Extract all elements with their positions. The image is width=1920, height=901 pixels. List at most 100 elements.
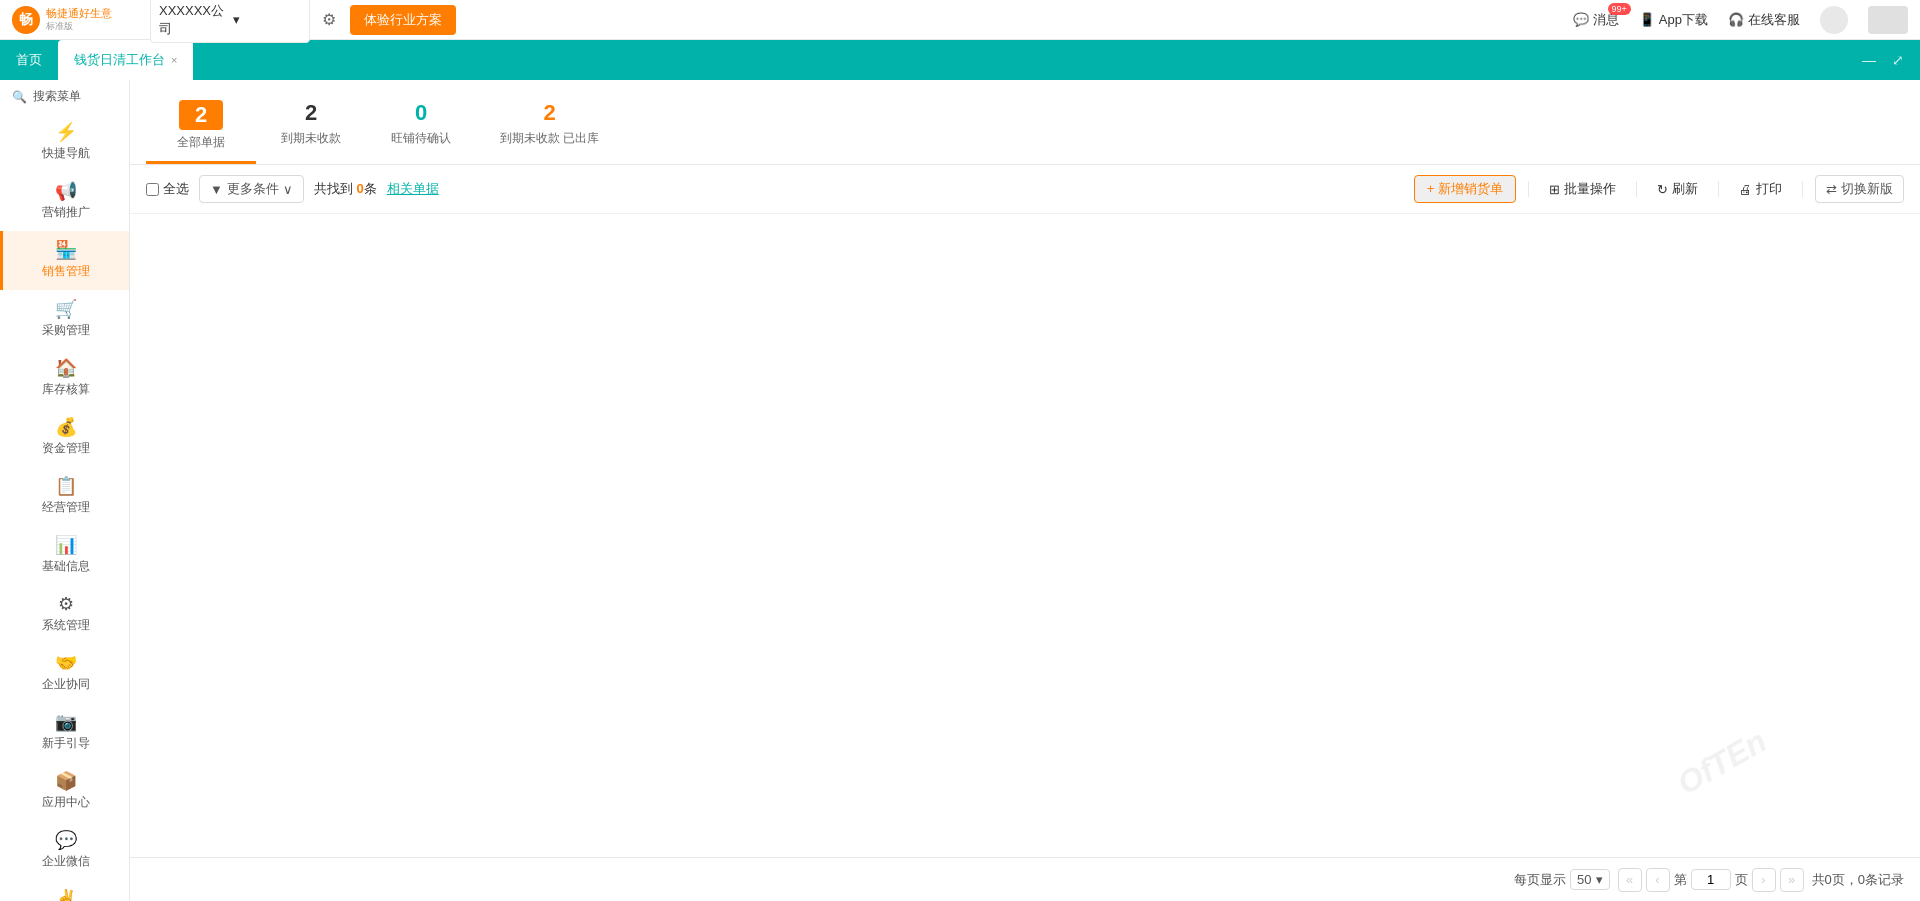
print-icon: 🖨 bbox=[1739, 182, 1752, 197]
prev-page-btn[interactable]: ‹ bbox=[1646, 868, 1670, 892]
found-count: 0 bbox=[357, 181, 364, 196]
status-tab-pending[interactable]: 0 旺铺待确认 bbox=[366, 92, 476, 164]
user-info[interactable] bbox=[1868, 6, 1908, 34]
guide-icon: 📷 bbox=[55, 713, 77, 731]
main-layout: 🔍 搜索菜单 ⚡ 快捷导航 📢 营销推广 🏪 销售管理 🛒 采购管理 🏠 库存核… bbox=[0, 80, 1920, 901]
tab-close-icon[interactable]: × bbox=[171, 54, 177, 66]
chevron-filter-icon: ∨ bbox=[283, 182, 293, 197]
overdue-count: 2 bbox=[305, 100, 317, 125]
sidebar-item-finance[interactable]: 💰 资金管理 bbox=[0, 408, 129, 467]
logo-text: 畅捷通好生意 bbox=[46, 6, 112, 20]
company-selector[interactable]: XXXXXX公司 ▾ bbox=[150, 0, 310, 43]
status-tab-all[interactable]: 2 全部单据 bbox=[146, 92, 256, 164]
marketing-icon: 📢 bbox=[55, 182, 77, 200]
logo-badge: 标准版 bbox=[46, 20, 112, 33]
page-size-value: 50 bbox=[1577, 872, 1591, 887]
prev-page-icon: ‹ bbox=[1655, 872, 1659, 887]
status-tab-overdue[interactable]: 2 到期未收款 bbox=[256, 92, 366, 164]
sidebar-item-inventory[interactable]: 🏠 库存核算 bbox=[0, 349, 129, 408]
page-size-dropdown[interactable]: 50 ▾ bbox=[1570, 869, 1609, 890]
shipped-count: 2 bbox=[544, 100, 556, 125]
checkbox-input[interactable] bbox=[146, 183, 159, 196]
avatar[interactable] bbox=[1820, 6, 1848, 34]
logo-icon: 畅 bbox=[12, 6, 40, 34]
switch-new-btn[interactable]: ⇄ 切换新版 bbox=[1815, 175, 1904, 203]
toolbar-left: 全选 ▼ 更多条件 ∨ 共找到 0条 相关单据 bbox=[146, 175, 439, 203]
basic-info-icon: 📊 bbox=[55, 536, 77, 554]
headset-icon: 🎧 bbox=[1728, 12, 1744, 27]
related-link[interactable]: 相关单据 bbox=[387, 180, 439, 198]
sidebar-item-cooperation[interactable]: 🤝 企业协同 bbox=[0, 644, 129, 703]
overdue-tab-label: 到期未收款 bbox=[281, 130, 341, 147]
experience-btn[interactable]: 体验行业方案 bbox=[350, 5, 456, 35]
toolbar: 全选 ▼ 更多条件 ∨ 共找到 0条 相关单据 + 新增销货单 bbox=[130, 165, 1920, 214]
add-sale-btn[interactable]: + 新增销货单 bbox=[1414, 175, 1516, 203]
sidebar-item-purchase[interactable]: 🛒 采购管理 bbox=[0, 290, 129, 349]
inventory-icon: 🏠 bbox=[55, 359, 77, 377]
online-service-btn[interactable]: 🎧 在线客服 bbox=[1728, 11, 1800, 29]
message-btn[interactable]: 💬 消息 99+ bbox=[1573, 11, 1619, 29]
next-page-btn[interactable]: › bbox=[1752, 868, 1776, 892]
member-icon: ✌ bbox=[55, 890, 77, 901]
first-page-btn[interactable]: « bbox=[1618, 868, 1642, 892]
batch-ops-btn[interactable]: ⊞ 批量操作 bbox=[1541, 176, 1624, 202]
sidebar-item-basic-info[interactable]: 📊 基础信息 bbox=[0, 526, 129, 585]
divider-3 bbox=[1718, 181, 1719, 197]
batch-icon: ⊞ bbox=[1549, 182, 1560, 197]
quick-nav-icon: ⚡ bbox=[55, 123, 77, 141]
all-count: 2 bbox=[195, 102, 207, 127]
search-menu[interactable]: 🔍 搜索菜单 bbox=[0, 80, 129, 113]
sales-icon: 🏪 bbox=[55, 241, 77, 259]
top-header: 畅 畅捷通好生意 标准版 XXXXXX公司 ▾ ⚙ 体验行业方案 💬 消息 99… bbox=[0, 0, 1920, 40]
sidebar-item-wechat[interactable]: 💬 企业微信 bbox=[0, 821, 129, 880]
empty-state bbox=[130, 214, 1920, 857]
purchase-icon: 🛒 bbox=[55, 300, 77, 318]
page-input[interactable] bbox=[1691, 869, 1731, 890]
tab-expand-icon[interactable]: ⤢ bbox=[1888, 50, 1908, 70]
refresh-btn[interactable]: ↻ 刷新 bbox=[1649, 176, 1706, 202]
sidebar-item-member[interactable]: ✌ 畅会员 bbox=[0, 880, 129, 901]
tab-home[interactable]: 首页 bbox=[0, 40, 58, 80]
search-icon: 🔍 bbox=[12, 90, 27, 104]
all-tab-label: 全部单据 bbox=[177, 134, 225, 151]
last-page-btn[interactable]: » bbox=[1780, 868, 1804, 892]
sidebar-item-guide[interactable]: 📷 新手引导 bbox=[0, 703, 129, 762]
sidebar-item-sales[interactable]: 🏪 销售管理 bbox=[0, 231, 129, 290]
filter-icon: ▼ bbox=[210, 182, 223, 197]
switch-icon: ⇄ bbox=[1826, 182, 1837, 197]
sidebar-item-system[interactable]: ⚙ 系统管理 bbox=[0, 585, 129, 644]
status-tab-shipped[interactable]: 2 到期未收款 已出库 bbox=[476, 92, 623, 164]
page-size-prefix: 每页显示 bbox=[1514, 871, 1566, 889]
sidebar-item-quick-nav[interactable]: ⚡ 快捷导航 bbox=[0, 113, 129, 172]
divider-1 bbox=[1528, 181, 1529, 197]
sidebar-item-app-center[interactable]: 📦 应用中心 bbox=[0, 762, 129, 821]
filter-btn[interactable]: ▼ 更多条件 ∨ bbox=[199, 175, 304, 203]
wechat-icon: 💬 bbox=[55, 831, 77, 849]
sidebar-item-marketing[interactable]: 📢 营销推广 bbox=[0, 172, 129, 231]
status-tabs: 2 全部单据 2 到期未收款 0 旺铺待确认 2 到期未收款 已出库 bbox=[130, 80, 1920, 165]
company-name: XXXXXX公司 bbox=[159, 2, 227, 38]
app-download-label: App下载 bbox=[1659, 11, 1708, 29]
tab-bar-actions: — ⤢ bbox=[1858, 50, 1920, 70]
select-all-label: 全选 bbox=[163, 180, 189, 198]
select-all-checkbox[interactable]: 全选 bbox=[146, 180, 189, 198]
shipped-tab-label: 到期未收款 已出库 bbox=[500, 130, 599, 147]
sidebar-item-operations[interactable]: 📋 经营管理 bbox=[0, 467, 129, 526]
chevron-down-icon: ▾ bbox=[233, 12, 301, 27]
divider-2 bbox=[1636, 181, 1637, 197]
pending-tab-label: 旺铺待确认 bbox=[391, 130, 451, 147]
toolbar-right: + 新增销货单 ⊞ 批量操作 ↻ 刷新 🖨 打印 bbox=[1414, 175, 1904, 203]
settings-icon[interactable]: ⚙ bbox=[318, 6, 340, 33]
page-size-arrow: ▾ bbox=[1596, 872, 1603, 887]
total-label: 共0页，0条记录 bbox=[1812, 871, 1904, 889]
print-btn[interactable]: 🖨 打印 bbox=[1731, 176, 1790, 202]
app-download-icon: 📱 bbox=[1639, 12, 1655, 27]
filter-label: 更多条件 bbox=[227, 180, 279, 198]
last-page-icon: » bbox=[1788, 872, 1795, 887]
app-download-btn[interactable]: 📱 App下载 bbox=[1639, 11, 1708, 29]
tab-work-bench[interactable]: 钱货日清工作台 × bbox=[58, 40, 193, 80]
found-text: 共找到 0条 bbox=[314, 180, 377, 198]
message-icon: 💬 bbox=[1573, 12, 1589, 27]
sidebar: 🔍 搜索菜单 ⚡ 快捷导航 📢 营销推广 🏪 销售管理 🛒 采购管理 🏠 库存核… bbox=[0, 80, 130, 901]
tab-minimize-icon[interactable]: — bbox=[1858, 50, 1880, 70]
